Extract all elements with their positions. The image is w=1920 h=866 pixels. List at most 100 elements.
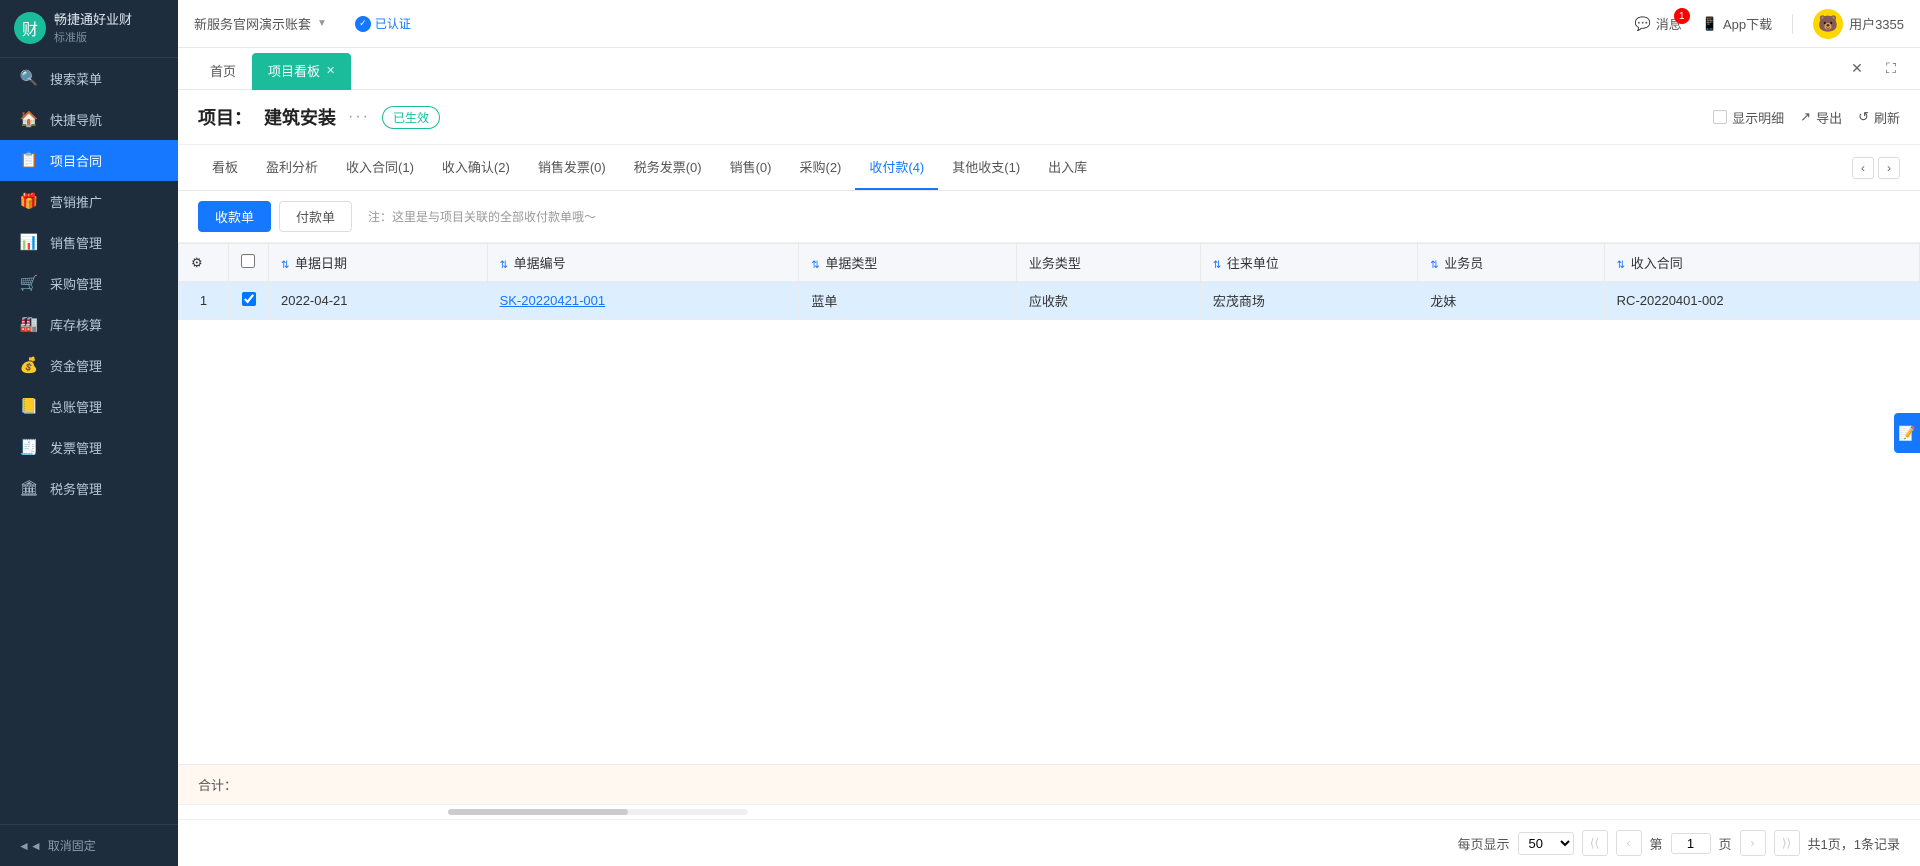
subtab-tax-invoice[interactable]: 税务发票(0) (620, 145, 716, 190)
phone-icon: 📱 (1702, 16, 1718, 32)
certified-badge: ✓ 已认证 (355, 15, 411, 32)
message-button[interactable]: 💬 消息 1 (1635, 14, 1682, 33)
row-checkbox[interactable] (242, 292, 256, 306)
pin-icon: ◄◄ (18, 839, 42, 853)
export-icon: ↗ (1800, 109, 1811, 125)
subtab-sales-invoice[interactable]: 销售发票(0) (524, 145, 620, 190)
export-button[interactable]: ↗ 导出 (1800, 108, 1842, 127)
sidebar-item-inventory[interactable]: 🏭 库存核算 (0, 304, 178, 345)
invoice-icon: 🧾 (18, 438, 40, 456)
next-page-button[interactable]: › (1740, 830, 1766, 856)
account-selector[interactable]: 新服务官网演示账套 ▼ (194, 14, 327, 33)
tab-home[interactable]: 首页 (194, 53, 252, 90)
page-unit: 页 (1719, 834, 1732, 853)
horizontal-scrollbar-track[interactable] (448, 809, 748, 815)
sidebar-item-ledger[interactable]: 📒 总账管理 (0, 386, 178, 427)
last-page-button[interactable]: ⟩⟩ (1774, 830, 1800, 856)
page-label: 第 (1650, 834, 1663, 853)
payment-tab-payment[interactable]: 付款单 (279, 201, 352, 232)
account-dropdown-icon: ▼ (317, 18, 327, 29)
scrollbar-row (178, 804, 1920, 819)
content-area: 项目： 建筑安装 ··· 已生效 显示明细 ↗ 导出 ↺ 刷新 (178, 90, 1920, 866)
payment-tab-receipt[interactable]: 收款单 (198, 201, 271, 232)
subtab-profit[interactable]: 盈利分析 (252, 145, 332, 190)
sidebar-item-marketing[interactable]: 🎁 营销推广 (0, 181, 178, 222)
subtab-sales[interactable]: 销售(0) (716, 145, 786, 190)
cell-contract: RC-20220401-002 (1604, 282, 1919, 320)
subtab-purchase[interactable]: 采购(2) (785, 145, 855, 190)
receipt-link[interactable]: SK-20220421-001 (500, 293, 606, 308)
first-page-button[interactable]: ⟨⟨ (1582, 830, 1608, 856)
refresh-icon: ↺ (1858, 109, 1869, 125)
topbar-divider (1792, 14, 1793, 34)
subtab-revenue-contract[interactable]: 收入合同(1) (332, 145, 428, 190)
subtab-payment[interactable]: 收付款(4) (855, 145, 938, 190)
sort-icon-date: ⇅ (281, 260, 289, 271)
subtab-inout[interactable]: 出入库 (1034, 145, 1101, 190)
tabbar: 首页 项目看板 ✕ ✕ ⛶ (178, 48, 1920, 90)
select-all-checkbox[interactable] (241, 254, 255, 268)
topbar-right: 💬 消息 1 📱 App下载 🐻 用户3355 (1635, 9, 1904, 39)
col-code[interactable]: ⇅ 单据编号 (487, 244, 799, 282)
cell-code[interactable]: SK-20220421-001 (487, 282, 799, 320)
sidebar-item-quick-nav[interactable]: 🏠 快捷导航 (0, 99, 178, 140)
page-size-select[interactable]: 50 10 20 100 (1518, 832, 1574, 855)
sidebar-item-sales[interactable]: 📊 销售管理 (0, 222, 178, 263)
sidebar-item-project[interactable]: 📋 项目合同 (0, 140, 178, 181)
app-download-label: App下载 (1723, 14, 1772, 33)
subtab-prev-button[interactable]: ‹ (1852, 157, 1874, 179)
cell-check (229, 282, 269, 320)
app-logo-text: 畅捷通好业财 标准版 (54, 12, 132, 45)
sidebar-logo: 财 畅捷通好业财 标准版 (0, 0, 178, 58)
project-more-button[interactable]: ··· (348, 108, 370, 126)
inventory-icon: 🏭 (18, 315, 40, 333)
sidebar-unpin[interactable]: ◄◄ 取消固定 (0, 824, 178, 866)
tab-project-board[interactable]: 项目看板 ✕ (252, 53, 351, 90)
subtab-kanban[interactable]: 看板 (198, 145, 252, 190)
show-detail-checkbox[interactable] (1713, 110, 1727, 124)
purchase-icon: 🛒 (18, 274, 40, 292)
col-partner[interactable]: ⇅ 往来单位 (1200, 244, 1417, 282)
sort-icon-partner: ⇅ (1213, 260, 1221, 271)
sidebar-item-tax[interactable]: 🏛 税务管理 (0, 468, 178, 509)
total-row: 合计： (178, 764, 1920, 804)
sidebar-nav: 🔍 搜索菜单 🏠 快捷导航 📋 项目合同 🎁 营销推广 📊 销售管理 🛒 采购管… (0, 58, 178, 824)
col-salesperson[interactable]: ⇅ 业务员 (1418, 244, 1604, 282)
cell-biz-type: 应收款 (1016, 282, 1200, 320)
side-note-button[interactable]: 📝 (1894, 413, 1920, 453)
sidebar-item-search[interactable]: 🔍 搜索菜单 (0, 58, 178, 99)
horizontal-scrollbar-thumb[interactable] (448, 809, 628, 815)
col-date[interactable]: ⇅ 单据日期 (269, 244, 488, 282)
cell-date: 2022-04-21 (269, 282, 488, 320)
refresh-button[interactable]: ↺ 刷新 (1858, 108, 1900, 127)
project-status-badge: 已生效 (382, 106, 440, 129)
sidebar-item-finance[interactable]: 💰 资金管理 (0, 345, 178, 386)
show-detail-toggle[interactable]: 显示明细 (1713, 108, 1784, 127)
sidebar-item-purchase[interactable]: 🛒 采购管理 (0, 263, 178, 304)
export-label: 导出 (1816, 108, 1842, 127)
subtab-other[interactable]: 其他收支(1) (938, 145, 1034, 190)
tax-icon: 🏛 (18, 479, 40, 497)
fullscreen-button[interactable]: ⛶ (1878, 56, 1904, 82)
page-input[interactable] (1671, 833, 1711, 854)
subtab-revenue-confirm[interactable]: 收入确认(2) (428, 145, 524, 190)
close-tab-icon[interactable]: ✕ (326, 64, 335, 77)
project-icon: 📋 (18, 151, 40, 169)
settings-icon[interactable]: ⚙ (191, 255, 203, 270)
account-name: 新服务官网演示账套 (194, 14, 311, 33)
sidebar-item-invoice[interactable]: 🧾 发票管理 (0, 427, 178, 468)
cell-num: 1 (179, 282, 229, 320)
app-download-button[interactable]: 📱 App下载 (1702, 14, 1772, 33)
subtab-next-button[interactable]: › (1878, 157, 1900, 179)
table-wrap: ⚙ ⇅ 单据日期 ⇅ 单据编号 (178, 243, 1920, 764)
table-header-row: ⚙ ⇅ 单据日期 ⇅ 单据编号 (179, 244, 1920, 282)
col-contract[interactable]: ⇅ 收入合同 (1604, 244, 1919, 282)
table-row[interactable]: 1 2022-04-21 SK-20220421-001 蓝单 应收款 宏茂商场… (179, 282, 1920, 320)
main-area: 新服务官网演示账套 ▼ ✓ 已认证 💬 消息 1 📱 App下载 🐻 用户335… (178, 0, 1920, 866)
col-type[interactable]: ⇅ 单据类型 (799, 244, 1016, 282)
show-detail-label: 显示明细 (1732, 108, 1784, 127)
prev-page-button[interactable]: ‹ (1616, 830, 1642, 856)
close-window-button[interactable]: ✕ (1844, 56, 1870, 82)
app-logo-icon: 财 (14, 12, 46, 44)
user-menu[interactable]: 🐻 用户3355 (1813, 9, 1904, 39)
